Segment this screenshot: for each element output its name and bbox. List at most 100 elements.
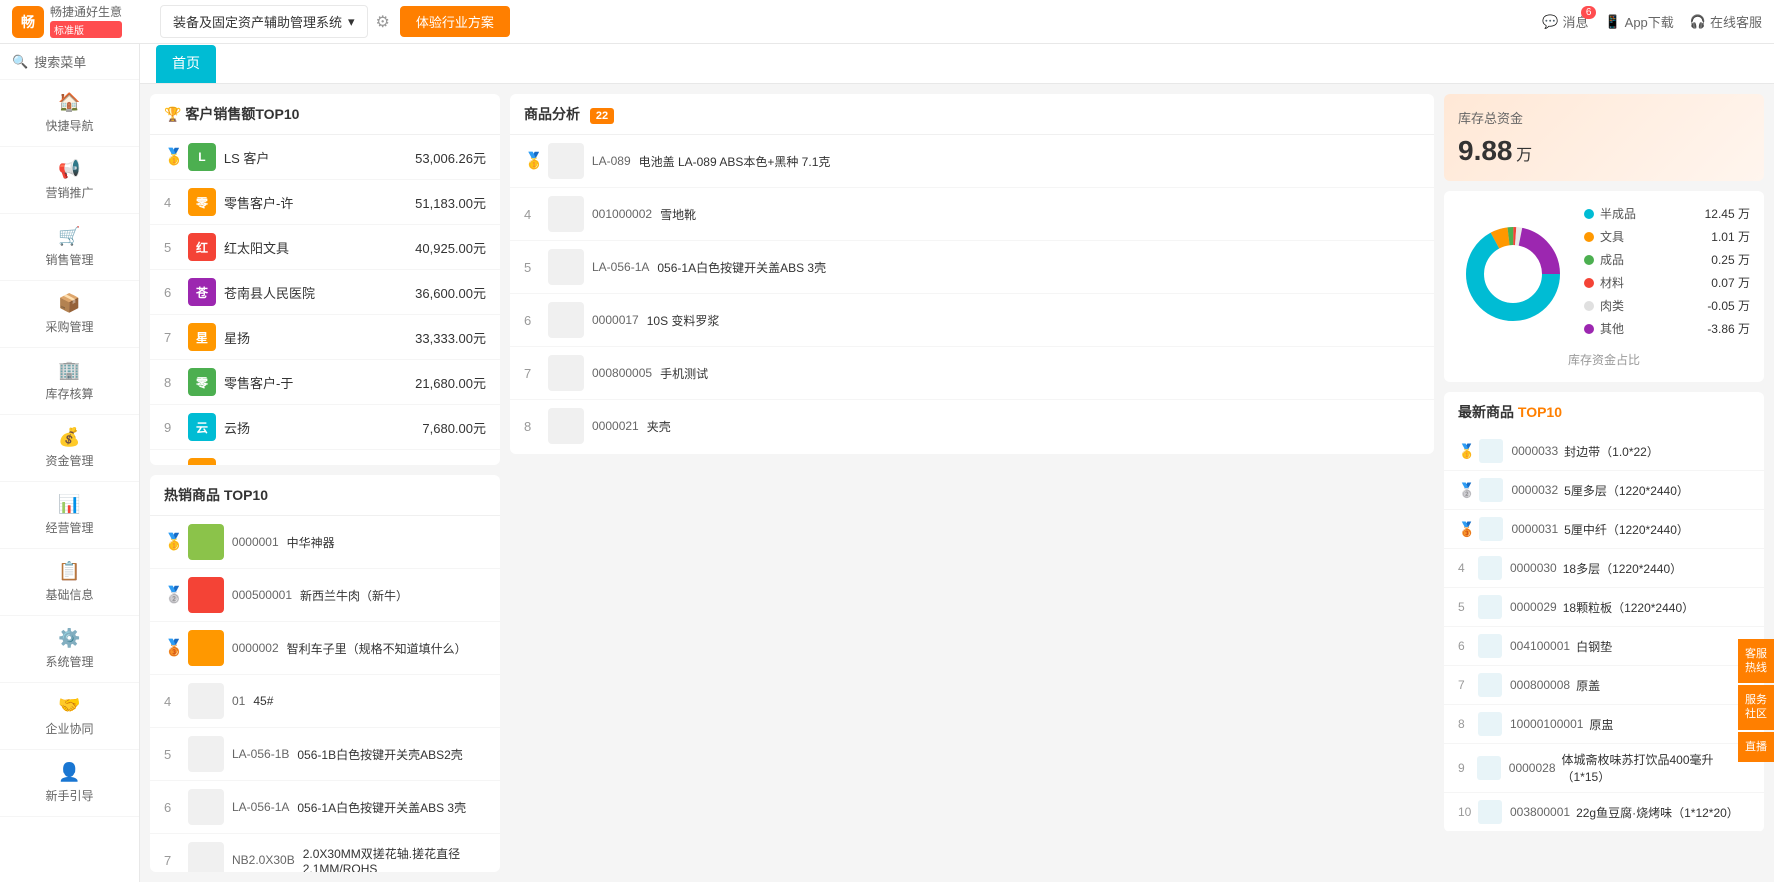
float-btn-community[interactable]: 服务社区 <box>1738 685 1774 730</box>
product-thumbnail <box>548 249 584 285</box>
message-icon: 💬 <box>1542 14 1558 30</box>
latest-name: 原盅 <box>1589 716 1613 733</box>
rank-avatar: 星 <box>188 323 216 351</box>
chevron-down-icon: ▾ <box>348 14 355 30</box>
product-name: 056-1A白色按键开关盖ABS 3壳 <box>297 799 486 816</box>
latest-name: 18多层（1220*2440） <box>1563 560 1682 577</box>
latest-thumbnail <box>1478 556 1502 580</box>
rank-avatar: 苍 <box>188 278 216 306</box>
settings-icon[interactable]: ⚙ <box>376 12 390 32</box>
rank-amount: 7,680.00元 <box>422 418 486 437</box>
product-code: LA-056-1A <box>592 260 649 274</box>
message-button[interactable]: 💬 消息 6 <box>1542 12 1588 31</box>
latest-name: 封边带（1.0*22） <box>1564 443 1659 460</box>
medal-icon: 🥉 <box>1458 521 1475 538</box>
sidebar-item-purchase[interactable]: 📦 采购管理 <box>0 281 139 348</box>
customer-rank-item: 6 苍 苍南县人民医院 36,600.00元 <box>150 270 500 315</box>
rank-avatar: 红 <box>188 233 216 261</box>
rank-customer-name: 红太阳文具 <box>224 238 415 257</box>
latest-thumbnail <box>1478 634 1502 658</box>
product-thumbnail <box>548 302 584 338</box>
product-thumbnail <box>188 577 224 613</box>
tab-home[interactable]: 首页 <box>156 45 216 83</box>
rank-number: 5 <box>164 240 188 255</box>
latest-code: 0000033 <box>1511 444 1558 458</box>
sidebar-item-finance[interactable]: 💰 资金管理 <box>0 415 139 482</box>
analysis-product-item: 8 0000021 夹壳 <box>510 400 1434 451</box>
legend-label-2: 文具 <box>1600 228 1711 245</box>
sidebar-item-basics[interactable]: 📋 基础信息 <box>0 549 139 616</box>
sidebar-label-sales: 销售管理 <box>45 251 93 268</box>
rank-customer-name: 苍南县人民医院 <box>224 283 415 302</box>
sidebar-item-collab[interactable]: 🤝 企业协同 <box>0 683 139 750</box>
medal-icon: 🥇 <box>164 532 184 552</box>
system-name: 装备及固定资产辅助管理系统 <box>173 12 342 31</box>
rank-customer-name: LS 客户 <box>224 148 415 167</box>
legend-item-1: 半成品 12.45 万 <box>1584 205 1750 222</box>
rank-amount: 7,563.00元 <box>422 463 486 466</box>
latest-name: 原盖 <box>1576 677 1600 694</box>
sidebar-item-sales[interactable]: 🛒 销售管理 <box>0 214 139 281</box>
content-area: 首页 🏆 客户销售额TOP10 🥇 L LS 客户 <box>140 44 1774 882</box>
sidebar-item-system[interactable]: ⚙️ 系统管理 <box>0 616 139 683</box>
product-name: 45# <box>253 694 486 708</box>
sidebar-item-quicknav[interactable]: 🏠 快捷导航 <box>0 80 139 147</box>
online-service-button[interactable]: 🎧 在线客服 <box>1690 12 1762 31</box>
medal-icon: 🥇 <box>1458 443 1475 460</box>
box-icon: 📦 <box>58 293 80 314</box>
medal-icon: 🥉 <box>164 638 184 658</box>
legend-value-4: 0.07 万 <box>1711 274 1750 291</box>
rank-customer-name: 零售客户-许 <box>224 193 415 212</box>
chart-card: 半成品 12.45 万 文具 1.01 万 <box>1444 191 1764 382</box>
latest-product-item: 5 0000029 18颗粒板（1220*2440） <box>1444 588 1764 627</box>
sidebar: 🔍 搜索菜单 🏠 快捷导航 📢 营销推广 🛒 销售管理 📦 采购管理 🏢 库存核… <box>0 44 140 882</box>
logo-badge: 标准版 <box>50 21 122 38</box>
latest-code: 004100001 <box>1510 639 1570 653</box>
inventory-amount: 9.88 <box>1458 135 1513 166</box>
analysis-product-item: 4 001000002 雪地靴 <box>510 188 1434 241</box>
rank-amount: 51,183.00元 <box>415 193 486 212</box>
analysis-product-item: 5 LA-056-1A 056-1A白色按键开关盖ABS 3壳 <box>510 241 1434 294</box>
float-btn-live[interactable]: 直播 <box>1738 732 1774 762</box>
rank-number: 5 <box>164 747 188 762</box>
columns-container: 🏆 客户销售额TOP10 🥇 L LS 客户 53,006.26元 4 零 零售… <box>140 84 1774 882</box>
float-btn-hotline[interactable]: 客服热线 <box>1738 639 1774 684</box>
product-name: 056-1A白色按键开关盖ABS 3壳 <box>657 259 1420 276</box>
message-badge: 6 <box>1581 6 1597 19</box>
rank-number: 6 <box>164 800 188 815</box>
app-download-button[interactable]: 📱 App下载 <box>1604 12 1673 31</box>
system-selector[interactable]: 装备及固定资产辅助管理系统 ▾ <box>160 5 368 38</box>
latest-name: 5厘中纤（1220*2440） <box>1564 521 1689 538</box>
sidebar-item-operations[interactable]: 📊 经营管理 <box>0 482 139 549</box>
product-thumbnail <box>548 408 584 444</box>
sidebar-item-inventory[interactable]: 🏢 库存核算 <box>0 348 139 415</box>
latest-product-item: 4 0000030 18多层（1220*2440） <box>1444 549 1764 588</box>
latest-name: 18颗粒板（1220*2440） <box>1563 599 1694 616</box>
latest-rank-number: 7 <box>1458 678 1478 692</box>
latest-rank-number: 9 <box>1458 761 1477 775</box>
sidebar-label-quicknav: 快捷导航 <box>45 117 93 134</box>
search-menu-item[interactable]: 🔍 搜索菜单 <box>0 44 139 80</box>
product-name: 电池盖 LA-089 ABS本色+黑种 7.1克 <box>639 153 1420 170</box>
hot-product-item: 🥉 0000002 智利车子里（规格不知道填什么） <box>150 622 500 675</box>
customer-rank-item: 4 零 零售客户-许 51,183.00元 <box>150 180 500 225</box>
search-icon: 🔍 <box>12 54 28 70</box>
sidebar-item-marketing[interactable]: 📢 营销推广 <box>0 147 139 214</box>
sidebar-item-guide[interactable]: 👤 新手引导 <box>0 750 139 817</box>
product-name: 新西兰牛肉（新牛） <box>300 587 486 604</box>
product-thumbnail <box>188 736 224 772</box>
page-content: 🏆 客户销售额TOP10 🥇 L LS 客户 53,006.26元 4 零 零售… <box>140 84 1774 882</box>
legend-value-3: 0.25 万 <box>1711 251 1750 268</box>
handshake-icon: 🤝 <box>58 695 80 716</box>
clipboard-icon: 📋 <box>58 561 80 582</box>
logo-area: 畅 畅捷通好生意 标准版 <box>12 5 152 38</box>
legend-value-5: -0.05 万 <box>1707 297 1750 314</box>
latest-thumbnail <box>1478 712 1502 736</box>
trial-button[interactable]: 体验行业方案 <box>400 6 510 37</box>
product-code: 0000002 <box>232 641 279 655</box>
legend-item-5: 肉类 -0.05 万 <box>1584 297 1750 314</box>
app-download-label: App下载 <box>1625 12 1674 31</box>
customer-rank-item: 9 云 云扬 7,680.00元 <box>150 405 500 450</box>
rank-amount: 21,680.00元 <box>415 373 486 392</box>
donut-svg <box>1458 219 1568 329</box>
